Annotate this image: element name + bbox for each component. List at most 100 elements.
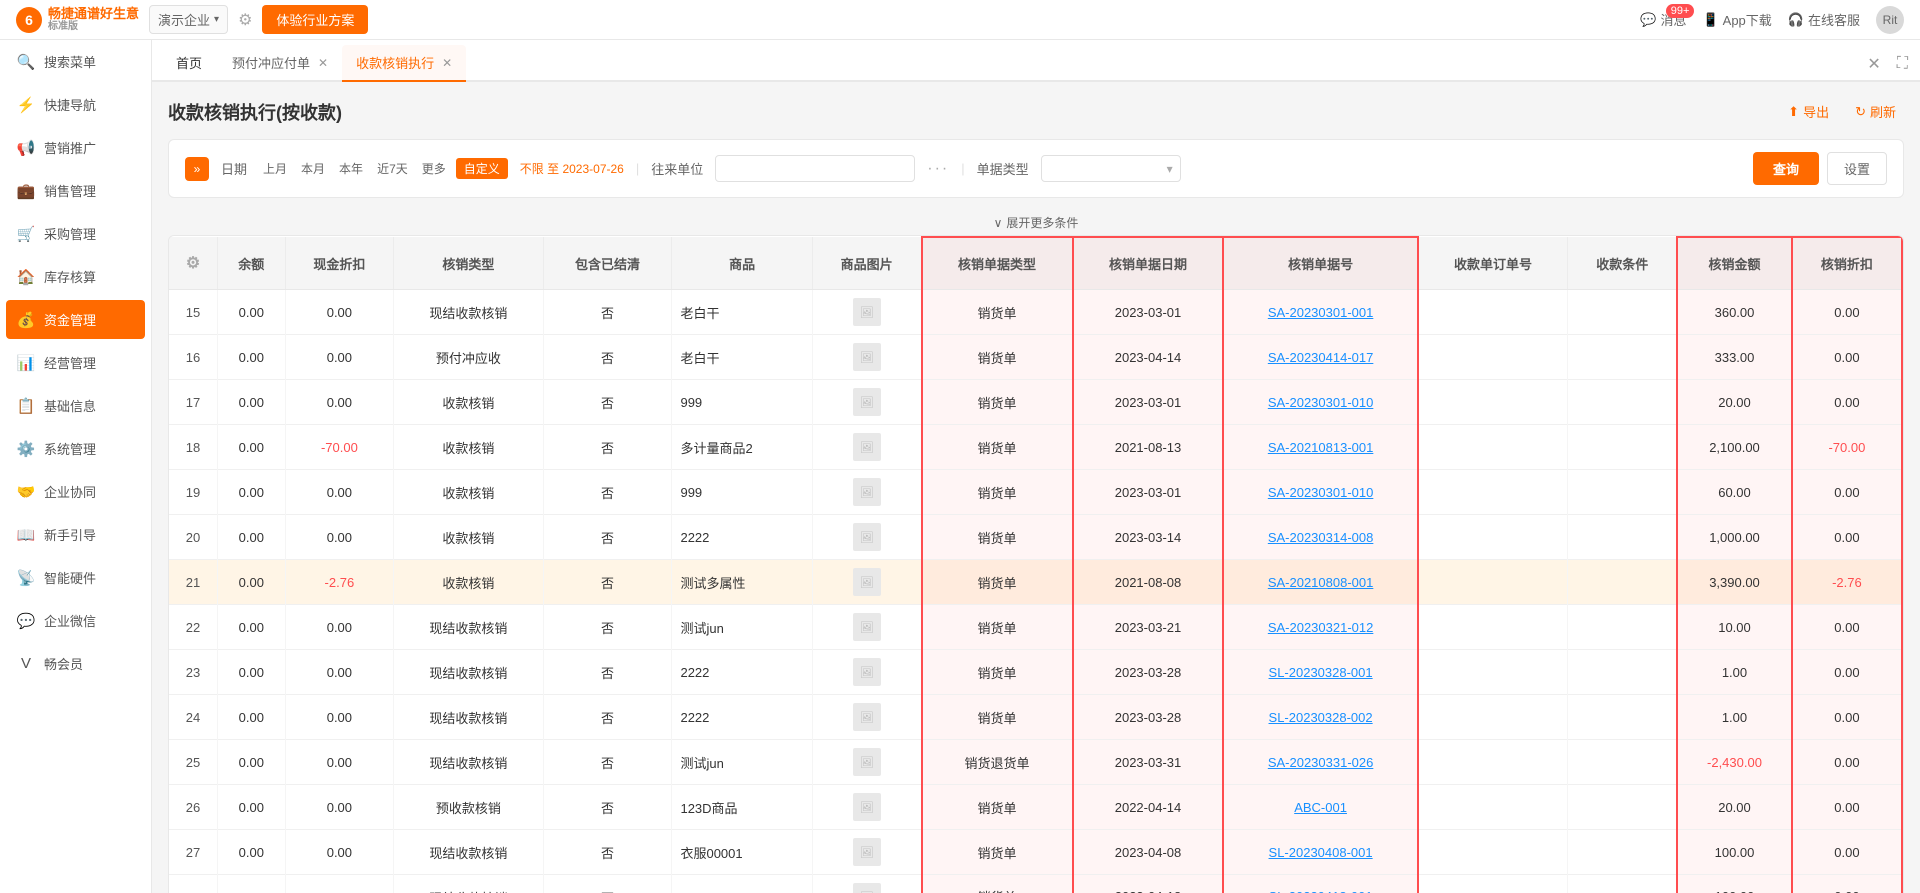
message-btn[interactable]: 💬 消息 99+ (1640, 10, 1686, 29)
th-cancel-type: 核销类型 (394, 237, 543, 290)
maximize-btn[interactable]: ⛶ (1893, 53, 1912, 75)
date-btn-last-month[interactable]: 上月 (259, 158, 291, 179)
date-btn-7days[interactable]: 近7天 (373, 158, 412, 179)
inventory-icon: 🏠 (16, 268, 36, 286)
sidebar-label-system: 系统管理 (44, 439, 96, 458)
date-btns: 上月 本月 本年 近7天 更多 自定义 (259, 158, 508, 179)
td-cancel-doc-no[interactable]: SA-20230314-008 (1223, 515, 1417, 560)
date-btn-this-year[interactable]: 本年 (335, 158, 367, 179)
td-cancel-doc-no[interactable]: SA-20230414-017 (1223, 335, 1417, 380)
sidebar-item-purchase[interactable]: 🛒 采购管理 (0, 212, 151, 255)
tab-home[interactable]: 首页 (160, 45, 218, 82)
td-goods: 老白干 (672, 290, 812, 335)
td-goods-image: 🖼 (812, 425, 921, 470)
sidebar-label-wechat: 企业微信 (44, 611, 96, 630)
column-settings-icon[interactable]: ⚙ (177, 247, 209, 279)
sidebar-item-wechat[interactable]: 💬 企业微信 (0, 599, 151, 642)
close-window-btn[interactable]: ✕ (1863, 52, 1884, 76)
td-cancel-doc-no[interactable]: SA-20230301-010 (1223, 470, 1417, 515)
tab-cancel-label: 收款核销执行 (356, 53, 434, 72)
td-receipt-condition (1568, 425, 1677, 470)
td-cancel-doc-date: 2023-03-14 (1073, 515, 1224, 560)
table-wrap[interactable]: ⚙ 余额 现金折扣 核销类型 包含已结清 商品 商品图片 核销单据类型 核销单据… (169, 236, 1903, 893)
avatar[interactable]: Rit (1876, 6, 1904, 34)
td-receipt-condition (1568, 875, 1677, 893)
from-unit-input[interactable] (715, 155, 915, 182)
sidebar-item-hardware[interactable]: 📡 智能硬件 (0, 556, 151, 599)
td-goods-image: 🖼 (812, 740, 921, 785)
td-cancel-doc-no[interactable]: SA-20210813-001 (1223, 425, 1417, 470)
sidebar-item-sales[interactable]: 💼 销售管理 (0, 169, 151, 212)
td-id: 27 (169, 830, 218, 875)
td-balance: 0.00 (218, 290, 286, 335)
settings-icon[interactable]: ⚙ (238, 10, 252, 30)
td-cancel-discount: -70.00 (1792, 425, 1902, 470)
td-cancel-discount: 0.00 (1792, 785, 1902, 830)
sidebar-item-system[interactable]: ⚙️ 系统管理 (0, 427, 151, 470)
filter-expand-btn[interactable]: » (185, 157, 209, 181)
sidebar-item-inventory[interactable]: 🏠 库存核算 (0, 255, 151, 298)
user-avatar-text: Rit (1883, 13, 1898, 27)
td-receipt-condition (1568, 740, 1677, 785)
system-icon: ⚙️ (16, 440, 36, 458)
export-label: 导出 (1803, 102, 1829, 121)
th-cash-discount: 现金折扣 (285, 237, 394, 290)
date-btn-this-month[interactable]: 本月 (297, 158, 329, 179)
td-id: 25 (169, 740, 218, 785)
sidebar-label-marketing: 营销推广 (44, 138, 96, 157)
query-btn[interactable]: 查询 (1753, 152, 1819, 185)
td-cancel-doc-no[interactable]: SA-20230301-001 (1223, 290, 1417, 335)
td-id: 17 (169, 380, 218, 425)
td-receipt-condition (1568, 830, 1677, 875)
sidebar: 🔍 搜索菜单 ⚡ 快捷导航 📢 营销推广 💼 销售管理 🛒 采购管理 🏠 库存核… (0, 40, 152, 893)
sidebar-item-guide[interactable]: 📖 新手引导 (0, 513, 151, 556)
date-btn-more[interactable]: 更多 (418, 158, 450, 179)
date-btn-custom[interactable]: 自定义 (456, 158, 508, 179)
export-btn[interactable]: ⬆ 导出 (1780, 98, 1837, 125)
tab-cancel[interactable]: 收款核销执行 ✕ (342, 45, 466, 82)
sidebar-item-quick[interactable]: ⚡ 快捷导航 (0, 83, 151, 126)
online-service-btn[interactable]: 🎧 在线客服 (1788, 10, 1860, 29)
app-download-btn[interactable]: 📱 App下载 (1702, 10, 1771, 29)
setting-btn[interactable]: 设置 (1827, 152, 1887, 185)
td-cancel-doc-no[interactable]: ABC-001 (1223, 785, 1417, 830)
td-include-settled: 否 (543, 605, 672, 650)
sidebar-item-search[interactable]: 🔍 搜索菜单 (0, 40, 151, 83)
sidebar-item-marketing[interactable]: 📢 营销推广 (0, 126, 151, 169)
td-receipt-order-no (1418, 875, 1568, 893)
refresh-btn[interactable]: ↻ 刷新 (1847, 98, 1904, 125)
tab-prepay[interactable]: 预付冲应付单 ✕ (218, 45, 342, 82)
td-cancel-doc-no[interactable]: SA-20210808-001 (1223, 560, 1417, 605)
expand-more-bar[interactable]: ∨ 展开更多条件 (168, 210, 1904, 235)
td-receipt-condition (1568, 380, 1677, 425)
sidebar-item-collab[interactable]: 🤝 企业协同 (0, 470, 151, 513)
top-bar-right: 💬 消息 99+ 📱 App下载 🎧 在线客服 Rit (1640, 6, 1904, 34)
td-cancel-type: 现结收款核销 (394, 695, 543, 740)
sidebar-item-finance[interactable]: 💰 资金管理 (6, 300, 145, 339)
td-cancel-type: 现结收款核销 (394, 740, 543, 785)
td-cash-discount: 0.00 (285, 605, 394, 650)
td-id: 28 (169, 875, 218, 893)
sidebar-item-operations[interactable]: 📊 经营管理 (0, 341, 151, 384)
single-type-select[interactable] (1041, 155, 1181, 182)
td-include-settled: 否 (543, 740, 672, 785)
td-cancel-doc-no[interactable]: SL-20230418-001 (1223, 875, 1417, 893)
td-cancel-doc-no[interactable]: SL-20230328-002 (1223, 695, 1417, 740)
tab-prepay-close[interactable]: ✕ (318, 56, 328, 70)
td-cancel-doc-no[interactable]: SA-20230331-026 (1223, 740, 1417, 785)
td-cancel-doc-no[interactable]: SA-20230301-010 (1223, 380, 1417, 425)
company-selector[interactable]: 演示企业 ▾ (149, 5, 228, 34)
td-cancel-doc-no[interactable]: SL-20230328-001 (1223, 650, 1417, 695)
sidebar-item-member[interactable]: V 畅会员 (0, 642, 151, 685)
td-cancel-amount: 100.00 (1677, 875, 1792, 893)
industry-btn[interactable]: 体验行业方案 (262, 5, 368, 34)
td-id: 18 (169, 425, 218, 470)
filter-dots[interactable]: ··· (927, 160, 949, 178)
tab-cancel-close[interactable]: ✕ (442, 56, 452, 70)
td-id: 21 (169, 560, 218, 605)
td-cancel-doc-no[interactable]: SL-20230408-001 (1223, 830, 1417, 875)
sidebar-item-basicinfo[interactable]: 📋 基础信息 (0, 384, 151, 427)
purchase-icon: 🛒 (16, 225, 36, 243)
th-include-settled: 包含已结清 (543, 237, 672, 290)
td-cancel-doc-no[interactable]: SA-20230321-012 (1223, 605, 1417, 650)
